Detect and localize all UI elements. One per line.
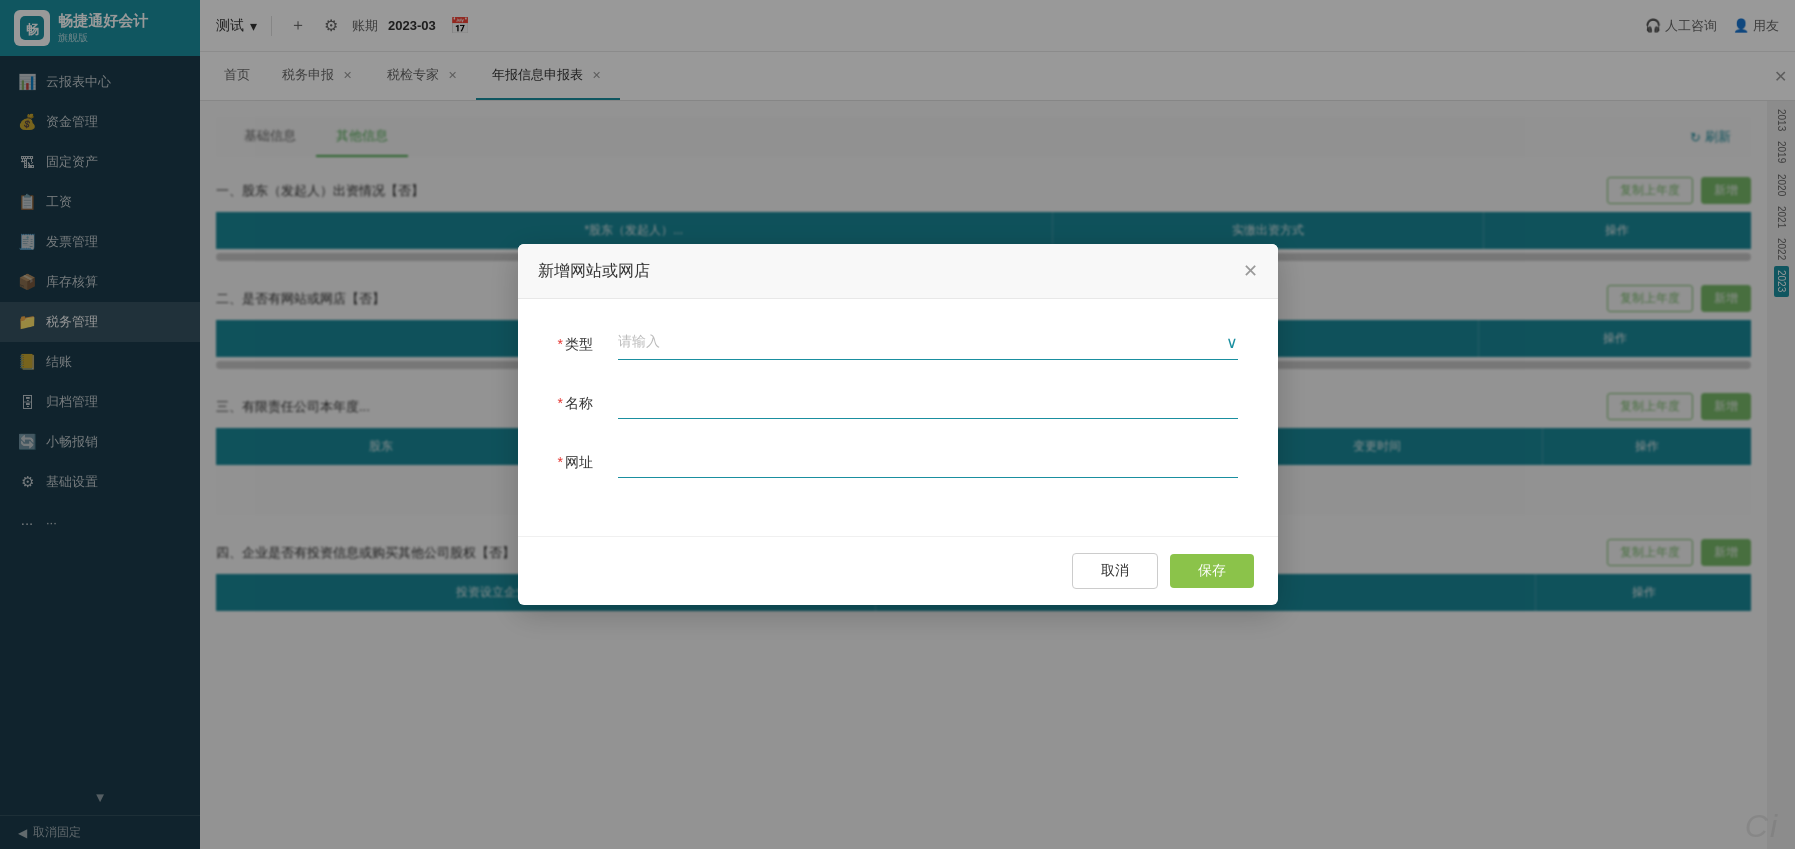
label-type: *类型 xyxy=(558,336,618,354)
form-row-type: *类型 ∨ xyxy=(558,329,1238,360)
modal-body: *类型 ∨ *名称 *网址 xyxy=(518,299,1278,536)
type-input[interactable] xyxy=(618,329,1238,353)
modal-overlay: 新增网站或网店 ✕ *类型 ∨ *名称 xyxy=(0,0,1795,849)
label-url: *网址 xyxy=(558,454,618,472)
save-button[interactable]: 保存 xyxy=(1170,554,1254,588)
modal: 新增网站或网店 ✕ *类型 ∨ *名称 xyxy=(518,244,1278,605)
name-input[interactable] xyxy=(618,388,1238,412)
form-row-name: *名称 xyxy=(558,388,1238,419)
modal-close-button[interactable]: ✕ xyxy=(1243,260,1258,282)
url-input[interactable] xyxy=(618,447,1238,471)
form-row-url: *网址 xyxy=(558,447,1238,478)
type-dropdown-arrow[interactable]: ∨ xyxy=(1226,333,1238,352)
cancel-button[interactable]: 取消 xyxy=(1072,553,1158,589)
required-mark-name: * xyxy=(558,395,563,411)
modal-title: 新增网站或网店 xyxy=(538,261,650,282)
label-name: *名称 xyxy=(558,395,618,413)
input-wrap-url xyxy=(618,447,1238,478)
modal-footer: 取消 保存 xyxy=(518,536,1278,605)
input-wrap-name xyxy=(618,388,1238,419)
required-mark-url: * xyxy=(558,454,563,470)
modal-header: 新增网站或网店 ✕ xyxy=(518,244,1278,299)
required-mark-type: * xyxy=(558,336,563,352)
input-wrap-type: ∨ xyxy=(618,329,1238,360)
